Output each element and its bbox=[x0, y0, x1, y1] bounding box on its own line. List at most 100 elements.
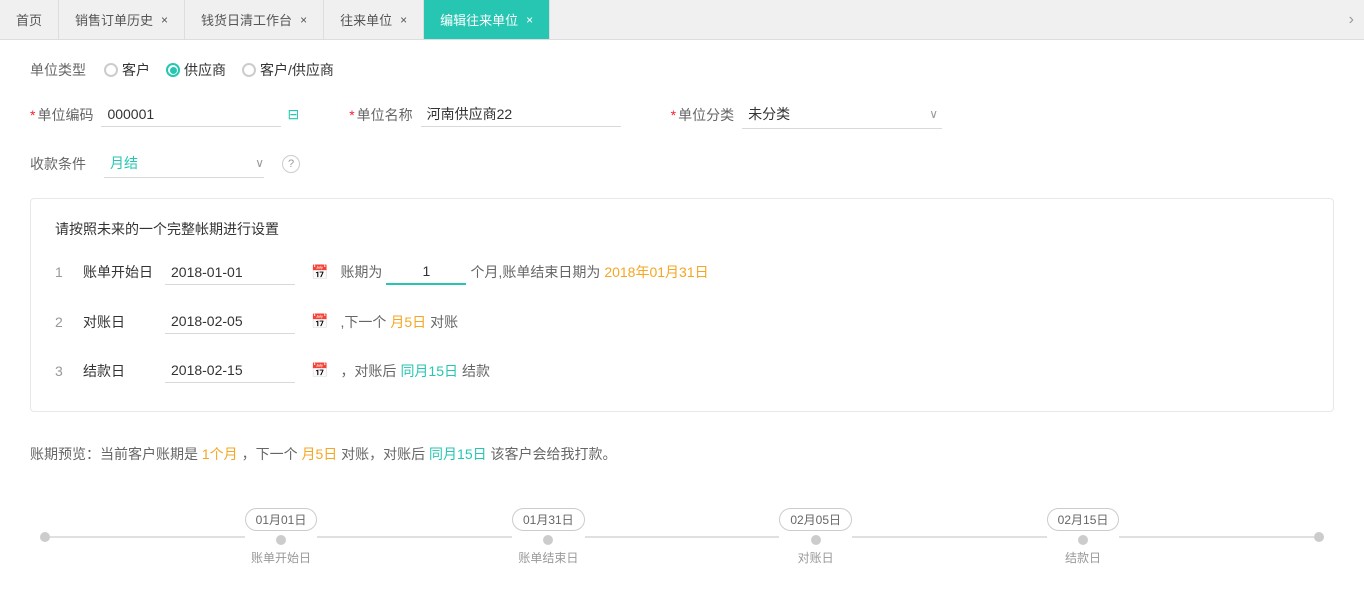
unit-category-arrow-icon: ∨ bbox=[925, 107, 942, 121]
payment-date-calendar-icon[interactable]: 📅 bbox=[311, 362, 328, 379]
unit-category-value: 未分类 bbox=[742, 100, 925, 128]
radio-both-label: 客户/供应商 bbox=[260, 60, 334, 80]
period-suffix-2-after: 对账 bbox=[430, 312, 458, 332]
period-suffix-2: ,下一个 月5日 对账 bbox=[340, 312, 458, 332]
period-row-2: 2 对账日 📅 ,下一个 月5日 对账 bbox=[55, 309, 1309, 334]
preview-label: 账期预览：当前客户账期是 bbox=[30, 446, 198, 462]
tab-edit-partner-label: 编辑往来单位 bbox=[440, 10, 518, 29]
timeline-node-1: 01月01日 账单开始日 bbox=[245, 508, 318, 566]
payment-condition-label: 收款条件 bbox=[30, 154, 86, 174]
timeline-node-2-badge: 01月31日 bbox=[512, 508, 585, 531]
unit-category-select[interactable]: 未分类 ∨ bbox=[742, 100, 942, 129]
unit-code-input[interactable]: 000001 bbox=[101, 102, 281, 127]
period-card-title: 请按照未来的一个完整帐期进行设置 bbox=[55, 219, 1309, 239]
timeline-line-1 bbox=[50, 536, 245, 538]
timeline-line-2 bbox=[317, 536, 512, 538]
period-row-1-label: 账单开始日 bbox=[83, 262, 153, 282]
close-sales-history-icon[interactable]: × bbox=[161, 13, 168, 27]
timeline-node-2: 01月31日 账单结束日 bbox=[512, 508, 585, 566]
tab-cash-work[interactable]: 钱货日清工作台 × bbox=[185, 0, 324, 39]
payment-condition-select[interactable]: 月结 ∨ bbox=[104, 149, 264, 178]
unit-category-star: * bbox=[671, 107, 676, 123]
period-months-input[interactable] bbox=[386, 259, 466, 285]
preview-months: 1个月 bbox=[202, 446, 238, 462]
preview-payment-day: 同月15日 bbox=[429, 446, 487, 462]
unit-info-row: * 单位编码 000001 ⊟ * 单位名称 * 单位分类 未分类 ∨ bbox=[30, 100, 1334, 129]
radio-supplier[interactable]: 供应商 bbox=[166, 60, 226, 80]
close-partner-icon[interactable]: × bbox=[400, 13, 407, 27]
timeline-node-1-dot bbox=[276, 535, 286, 545]
timeline-node-1-badge: 01月01日 bbox=[245, 508, 318, 531]
period-suffix-3-before: ，对账后 bbox=[340, 361, 396, 381]
period-suffix-3: ，对账后 同月15日 结款 bbox=[340, 361, 490, 381]
period-row-2-label: 对账日 bbox=[83, 312, 153, 332]
period-row-3-num: 3 bbox=[55, 363, 71, 379]
unit-type-radio-group: 客户 供应商 客户/供应商 bbox=[104, 60, 334, 80]
period-suffix-1-before: 账期为 bbox=[340, 262, 382, 282]
payment-condition-help-icon[interactable]: ? bbox=[282, 155, 300, 173]
period-suffix-1: 账期为 个月,账单结束日期为 2018年01月31日 bbox=[340, 259, 708, 285]
start-date-input[interactable] bbox=[165, 260, 295, 285]
payment-condition-value: 月结 bbox=[104, 149, 255, 177]
tab-home-label: 首页 bbox=[16, 10, 42, 29]
close-edit-partner-icon[interactable]: × bbox=[526, 13, 533, 27]
timeline-node-4-dot bbox=[1078, 535, 1088, 545]
period-suffix-1-after: 个月,账单结束日期为 bbox=[470, 262, 600, 282]
preview-text: 账期预览：当前客户账期是 1个月 ，下一个 月5日 对账，对账后 同月15日 该… bbox=[30, 428, 1334, 474]
reconcile-date-input[interactable] bbox=[165, 309, 295, 334]
unit-code-field: * 单位编码 000001 ⊟ bbox=[30, 102, 299, 127]
period-row-1: 1 账单开始日 📅 账期为 个月,账单结束日期为 2018年01月31日 bbox=[55, 259, 1309, 285]
preview-part2: ，下一个 bbox=[242, 446, 298, 462]
timeline-right-dot bbox=[1314, 532, 1324, 542]
tab-sales-history[interactable]: 销售订单历史 × bbox=[59, 0, 185, 39]
tab-edit-partner[interactable]: 编辑往来单位 × bbox=[424, 0, 550, 39]
preview-reconcile-day: 月5日 bbox=[301, 446, 337, 462]
period-card: 请按照未来的一个完整帐期进行设置 1 账单开始日 📅 账期为 个月,账单结束日期… bbox=[30, 198, 1334, 412]
tab-bar: 首页 销售订单历史 × 钱货日清工作台 × 往来单位 × 编辑往来单位 × › bbox=[0, 0, 1364, 40]
unit-category-label: 单位分类 bbox=[678, 105, 734, 125]
timeline-node-3-badge: 02月05日 bbox=[779, 508, 852, 531]
payment-condition-arrow-icon: ∨ bbox=[255, 156, 264, 170]
unit-name-field: * 单位名称 bbox=[349, 102, 620, 127]
timeline-node-3-dot bbox=[811, 535, 821, 545]
unit-code-copy-icon[interactable]: ⊟ bbox=[287, 106, 299, 123]
unit-name-star: * bbox=[349, 107, 354, 123]
main-content: 单位类型 客户 供应商 客户/供应商 * 单位编码 000001 ⊟ * bbox=[0, 40, 1364, 608]
period-row-3: 3 结款日 📅 ，对账后 同月15日 结款 bbox=[55, 358, 1309, 383]
period-row-2-num: 2 bbox=[55, 314, 71, 330]
unit-type-row: 单位类型 客户 供应商 客户/供应商 bbox=[30, 60, 1334, 80]
radio-customer[interactable]: 客户 bbox=[104, 60, 150, 80]
timeline-node-4-badge: 02月15日 bbox=[1047, 508, 1120, 531]
tab-home[interactable]: 首页 bbox=[0, 0, 59, 39]
timeline-line-5 bbox=[1119, 536, 1314, 538]
period-end-date-highlight: 2018年01月31日 bbox=[604, 262, 708, 282]
radio-both-circle bbox=[242, 63, 256, 77]
period-row-3-label: 结款日 bbox=[83, 361, 153, 381]
tab-partner[interactable]: 往来单位 × bbox=[324, 0, 424, 39]
unit-code-label: 单位编码 bbox=[37, 105, 93, 125]
radio-supplier-circle bbox=[166, 63, 180, 77]
unit-type-label: 单位类型 bbox=[30, 60, 86, 80]
reconcile-date-calendar-icon[interactable]: 📅 bbox=[311, 313, 328, 330]
close-cash-work-icon[interactable]: × bbox=[300, 13, 307, 27]
unit-category-field: * 单位分类 未分类 ∨ bbox=[671, 100, 942, 129]
payment-condition-row: 收款条件 月结 ∨ ? bbox=[30, 149, 1334, 178]
reconcile-highlight: 月5日 bbox=[390, 312, 426, 332]
timeline-node-3-label: 对账日 bbox=[798, 549, 834, 566]
unit-name-label: 单位名称 bbox=[357, 105, 413, 125]
payment-date-input[interactable] bbox=[165, 358, 295, 383]
preview-part3: 对账，对账后 bbox=[341, 446, 425, 462]
start-date-calendar-icon[interactable]: 📅 bbox=[311, 264, 328, 281]
timeline-line-3 bbox=[585, 536, 780, 538]
tab-more-button[interactable]: › bbox=[1339, 11, 1364, 29]
timeline-node-3: 02月05日 对账日 bbox=[779, 508, 852, 566]
timeline-node-1-label: 账单开始日 bbox=[251, 549, 311, 566]
tab-partner-label: 往来单位 bbox=[340, 10, 392, 29]
radio-both[interactable]: 客户/供应商 bbox=[242, 60, 334, 80]
tab-sales-history-label: 销售订单历史 bbox=[75, 10, 153, 29]
timeline-line-4 bbox=[852, 536, 1047, 538]
unit-name-input[interactable] bbox=[421, 102, 621, 127]
radio-customer-label: 客户 bbox=[122, 60, 150, 80]
radio-supplier-label: 供应商 bbox=[184, 60, 226, 80]
unit-code-star: * bbox=[30, 107, 35, 123]
